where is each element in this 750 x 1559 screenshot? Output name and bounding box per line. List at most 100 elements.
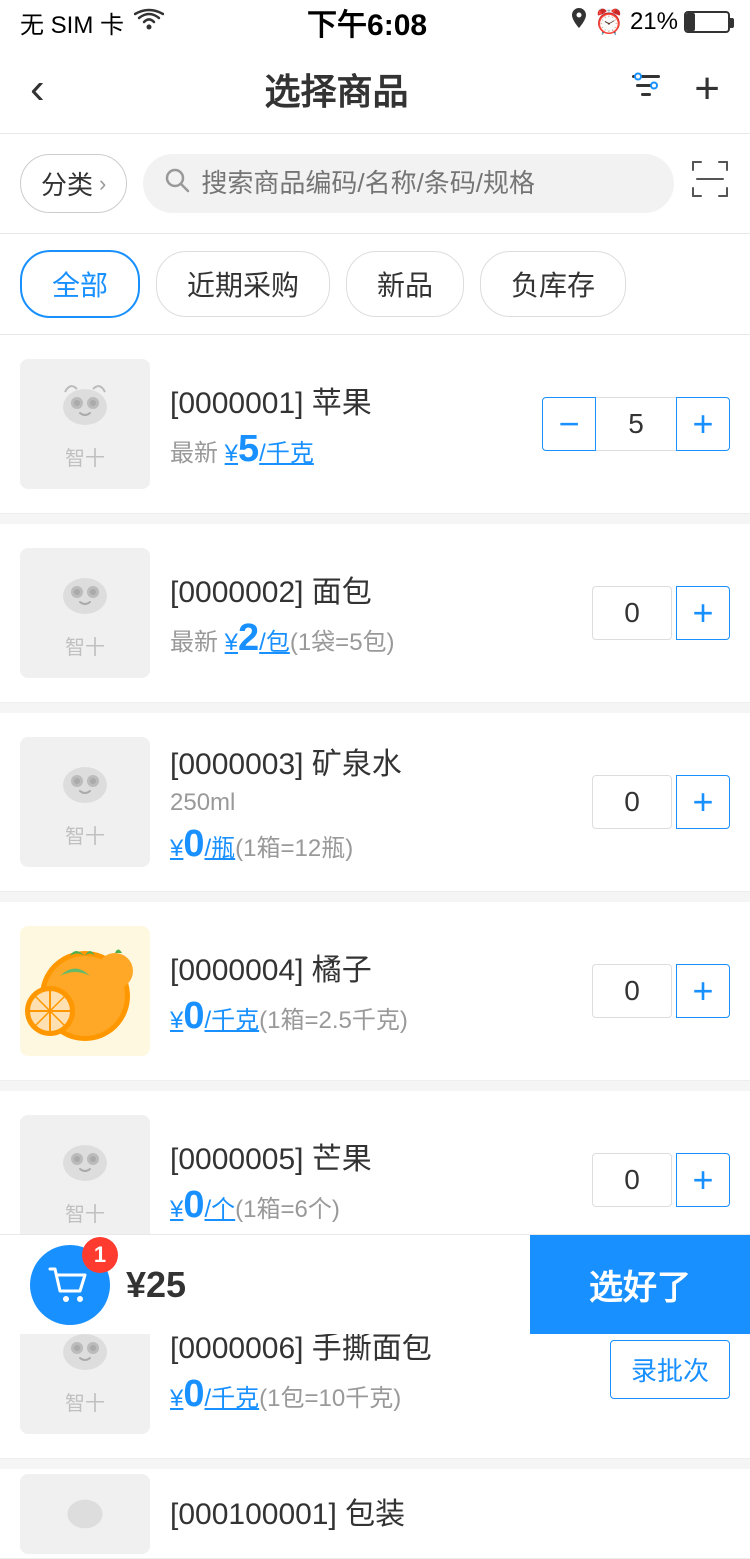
nav-left[interactable]: ‹ bbox=[30, 64, 45, 114]
status-bar: 无 SIM 卡 下午6:08 ⏰ 21% bbox=[0, 0, 750, 44]
quantity-increase-button[interactable]: + bbox=[676, 586, 730, 640]
quantity-input[interactable] bbox=[592, 775, 672, 829]
quantity-control: + bbox=[592, 775, 730, 829]
confirm-button[interactable]: 选好了 bbox=[530, 1235, 750, 1334]
filter-bar: 分类 › bbox=[0, 134, 750, 234]
filter-icon[interactable] bbox=[628, 67, 664, 110]
brand-label: 智十 bbox=[65, 442, 105, 471]
category-label: 分类 bbox=[41, 165, 93, 202]
quantity-control: + bbox=[592, 586, 730, 640]
tab-negative-stock[interactable]: 负库存 bbox=[480, 251, 626, 317]
status-right: ⏰ 21% bbox=[570, 8, 730, 37]
quantity-control: + bbox=[592, 964, 730, 1018]
cart-badge: 1 bbox=[82, 1237, 118, 1273]
brand-label: 智十 bbox=[65, 631, 105, 660]
product-price: ¥0/千克(1包=10千克) bbox=[170, 1373, 590, 1416]
product-name: [0000004] 橘子 bbox=[170, 945, 572, 989]
quantity-increase-button[interactable]: + bbox=[676, 397, 730, 451]
product-thumbnail: 智十 bbox=[20, 1115, 150, 1245]
product-thumbnail bbox=[20, 1474, 150, 1554]
wifi-icon bbox=[134, 8, 164, 37]
back-button[interactable]: ‹ bbox=[30, 64, 45, 114]
quantity-increase-button[interactable]: + bbox=[676, 775, 730, 829]
product-thumbnail bbox=[20, 926, 150, 1056]
quantity-input[interactable] bbox=[592, 586, 672, 640]
owl-placeholder bbox=[20, 1474, 150, 1554]
owl-placeholder: 智十 bbox=[20, 359, 150, 489]
product-name: [0000002] 面包 bbox=[170, 567, 572, 611]
quantity-increase-button[interactable]: + bbox=[676, 1153, 730, 1207]
tab-new[interactable]: 新品 bbox=[346, 251, 464, 317]
product-info: [0000004] 橘子 ¥0/千克(1箱=2.5千克) bbox=[170, 945, 572, 1038]
nav-right[interactable]: + bbox=[628, 64, 720, 114]
owl-placeholder: 智十 bbox=[20, 737, 150, 867]
owl-placeholder: 智十 bbox=[20, 548, 150, 678]
owl-placeholder: 智十 bbox=[20, 1115, 150, 1245]
cart-area: 1 ¥25 bbox=[0, 1245, 530, 1325]
product-list: 智十 [0000001] 苹果 最新 ¥5/千克 − + bbox=[0, 335, 750, 1559]
product-price: ¥0/个(1箱=6个) bbox=[170, 1184, 572, 1227]
battery-percent: 21% bbox=[630, 8, 678, 36]
product-name: [0000001] 苹果 bbox=[170, 378, 522, 422]
product-info: [0000002] 面包 最新 ¥2/包(1袋=5包) bbox=[170, 567, 572, 660]
quantity-increase-button[interactable]: + bbox=[676, 964, 730, 1018]
product-name: [0000005] 芒果 bbox=[170, 1134, 572, 1178]
fruit-image bbox=[20, 926, 150, 1056]
carrier-text: 无 SIM 卡 bbox=[20, 5, 124, 40]
owl-icon bbox=[55, 566, 115, 627]
product-info: [000100001] 包装 bbox=[170, 1489, 730, 1539]
brand-label: 智十 bbox=[65, 1387, 105, 1416]
search-input[interactable] bbox=[201, 168, 654, 199]
alarm-icon: ⏰ bbox=[594, 8, 624, 37]
record-batch-button[interactable]: 录批次 bbox=[610, 1340, 730, 1399]
search-box[interactable] bbox=[143, 154, 674, 213]
product-spec: 250ml bbox=[170, 789, 572, 817]
product-info: [0000003] 矿泉水 250ml ¥0/瓶(1箱=12瓶) bbox=[170, 739, 572, 866]
product-info: [0000006] 手撕面包 ¥0/千克(1包=10千克) bbox=[170, 1323, 590, 1416]
product-name: [0000003] 矿泉水 bbox=[170, 739, 572, 783]
list-item: [000100001] 包装 bbox=[0, 1469, 750, 1559]
add-button[interactable]: + bbox=[694, 64, 720, 114]
search-icon bbox=[163, 166, 191, 201]
list-item: 智十 [0000002] 面包 最新 ¥2/包(1袋=5包) + bbox=[0, 524, 750, 703]
brand-label: 智十 bbox=[65, 820, 105, 849]
tab-recent[interactable]: 近期采购 bbox=[156, 251, 330, 317]
bottom-bar: 1 ¥25 选好了 bbox=[0, 1234, 750, 1334]
owl-icon bbox=[60, 1487, 110, 1541]
product-price: ¥0/瓶(1箱=12瓶) bbox=[170, 823, 572, 866]
owl-icon bbox=[55, 755, 115, 816]
cart-icon bbox=[48, 1265, 92, 1305]
location-icon bbox=[570, 8, 588, 37]
battery-icon bbox=[684, 11, 730, 33]
status-time: 下午6:08 bbox=[307, 0, 427, 44]
list-item: [0000004] 橘子 ¥0/千克(1箱=2.5千克) + bbox=[0, 902, 750, 1081]
nav-bar: ‹ 选择商品 + bbox=[0, 44, 750, 134]
quantity-input[interactable] bbox=[596, 397, 676, 451]
quantity-control: + bbox=[592, 1153, 730, 1207]
product-info: [0000001] 苹果 最新 ¥5/千克 bbox=[170, 378, 522, 471]
quantity-input[interactable] bbox=[592, 1153, 672, 1207]
product-price: ¥0/千克(1箱=2.5千克) bbox=[170, 995, 572, 1038]
cart-icon-wrap[interactable]: 1 bbox=[30, 1245, 110, 1325]
scan-icon[interactable] bbox=[690, 159, 730, 208]
product-thumbnail: 智十 bbox=[20, 359, 150, 489]
cart-total: ¥25 bbox=[126, 1264, 186, 1306]
quantity-decrease-button[interactable]: − bbox=[542, 397, 596, 451]
brand-label: 智十 bbox=[65, 1198, 105, 1227]
product-name: [000100001] 包装 bbox=[170, 1489, 730, 1533]
chevron-right-icon: › bbox=[99, 171, 106, 197]
tab-all[interactable]: 全部 bbox=[20, 250, 140, 318]
product-price: 最新 ¥2/包(1袋=5包) bbox=[170, 617, 572, 660]
confirm-label: 选好了 bbox=[589, 1260, 691, 1309]
tab-bar: 全部 近期采购 新品 负库存 bbox=[0, 234, 750, 335]
status-carrier: 无 SIM 卡 bbox=[20, 5, 164, 40]
owl-icon bbox=[55, 377, 115, 438]
category-button[interactable]: 分类 › bbox=[20, 154, 127, 213]
quantity-input[interactable] bbox=[592, 964, 672, 1018]
product-price: 最新 ¥5/千克 bbox=[170, 428, 522, 471]
owl-icon bbox=[55, 1133, 115, 1194]
page-title: 选择商品 bbox=[264, 63, 408, 115]
list-item: 智十 [0000001] 苹果 最新 ¥5/千克 − + bbox=[0, 335, 750, 514]
product-thumbnail: 智十 bbox=[20, 548, 150, 678]
product-thumbnail: 智十 bbox=[20, 737, 150, 867]
